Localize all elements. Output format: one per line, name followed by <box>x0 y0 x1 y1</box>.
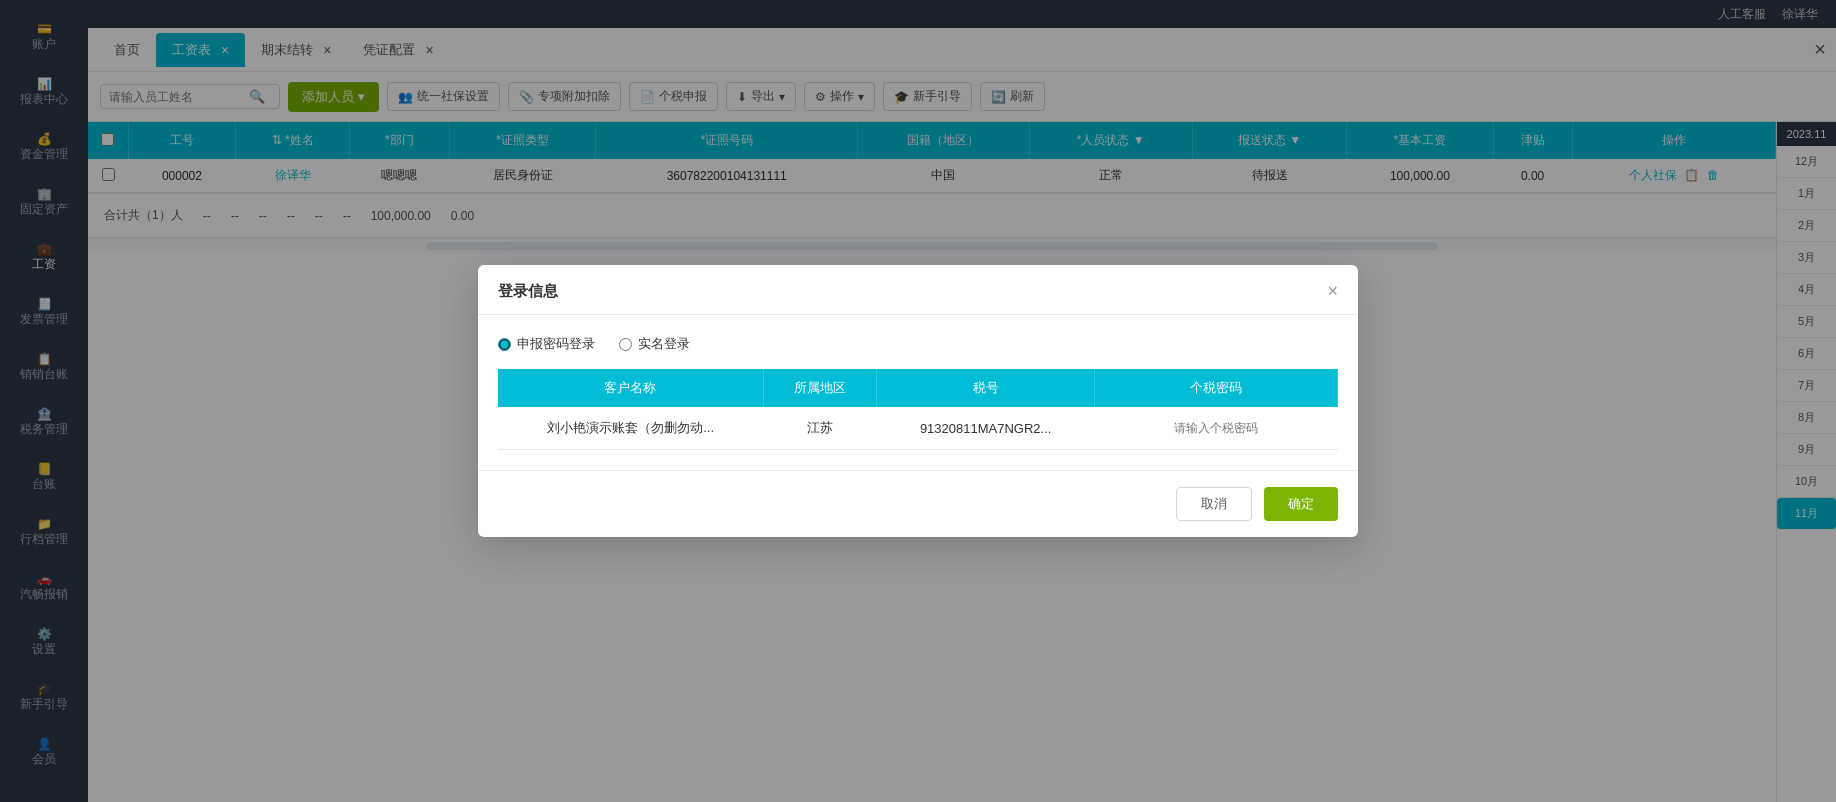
tax-password-input[interactable] <box>1111 421 1322 435</box>
radio-password-login[interactable]: 申报密码登录 <box>498 335 595 353</box>
dialog-col-region: 所属地区 <box>763 369 876 407</box>
dialog-col-client: 客户名称 <box>498 369 763 407</box>
dialog-col-taxno: 税号 <box>877 369 1095 407</box>
dialog-tax-no: 91320811MA7NGR2... <box>877 407 1095 450</box>
dialog-region: 江苏 <box>763 407 876 450</box>
cancel-button[interactable]: 取消 <box>1176 487 1252 521</box>
dialog-overlay: 登录信息 × 申报密码登录 实名登录 客户名称 所属地区 <box>0 0 1836 802</box>
dialog-title: 登录信息 <box>498 282 558 301</box>
login-type-radio-group: 申报密码登录 实名登录 <box>498 335 1338 353</box>
client-table: 客户名称 所属地区 税号 个税密码 刘小艳演示账套（勿删勿动... 江苏 913… <box>498 369 1338 450</box>
login-dialog: 登录信息 × 申报密码登录 实名登录 客户名称 所属地区 <box>478 265 1358 537</box>
dialog-header: 登录信息 × <box>478 265 1358 315</box>
dialog-client-name: 刘小艳演示账套（勿删勿动... <box>498 407 763 450</box>
dialog-table-row: 刘小艳演示账套（勿删勿动... 江苏 91320811MA7NGR2... <box>498 407 1338 450</box>
dialog-footer: 取消 确定 <box>478 470 1358 537</box>
radio-realname-login[interactable]: 实名登录 <box>619 335 690 353</box>
confirm-button[interactable]: 确定 <box>1264 487 1338 521</box>
dialog-password-cell[interactable] <box>1095 407 1338 450</box>
dialog-body: 申报密码登录 实名登录 客户名称 所属地区 税号 个税密码 <box>478 315 1358 470</box>
dialog-close-button[interactable]: × <box>1327 281 1338 302</box>
dialog-col-password: 个税密码 <box>1095 369 1338 407</box>
